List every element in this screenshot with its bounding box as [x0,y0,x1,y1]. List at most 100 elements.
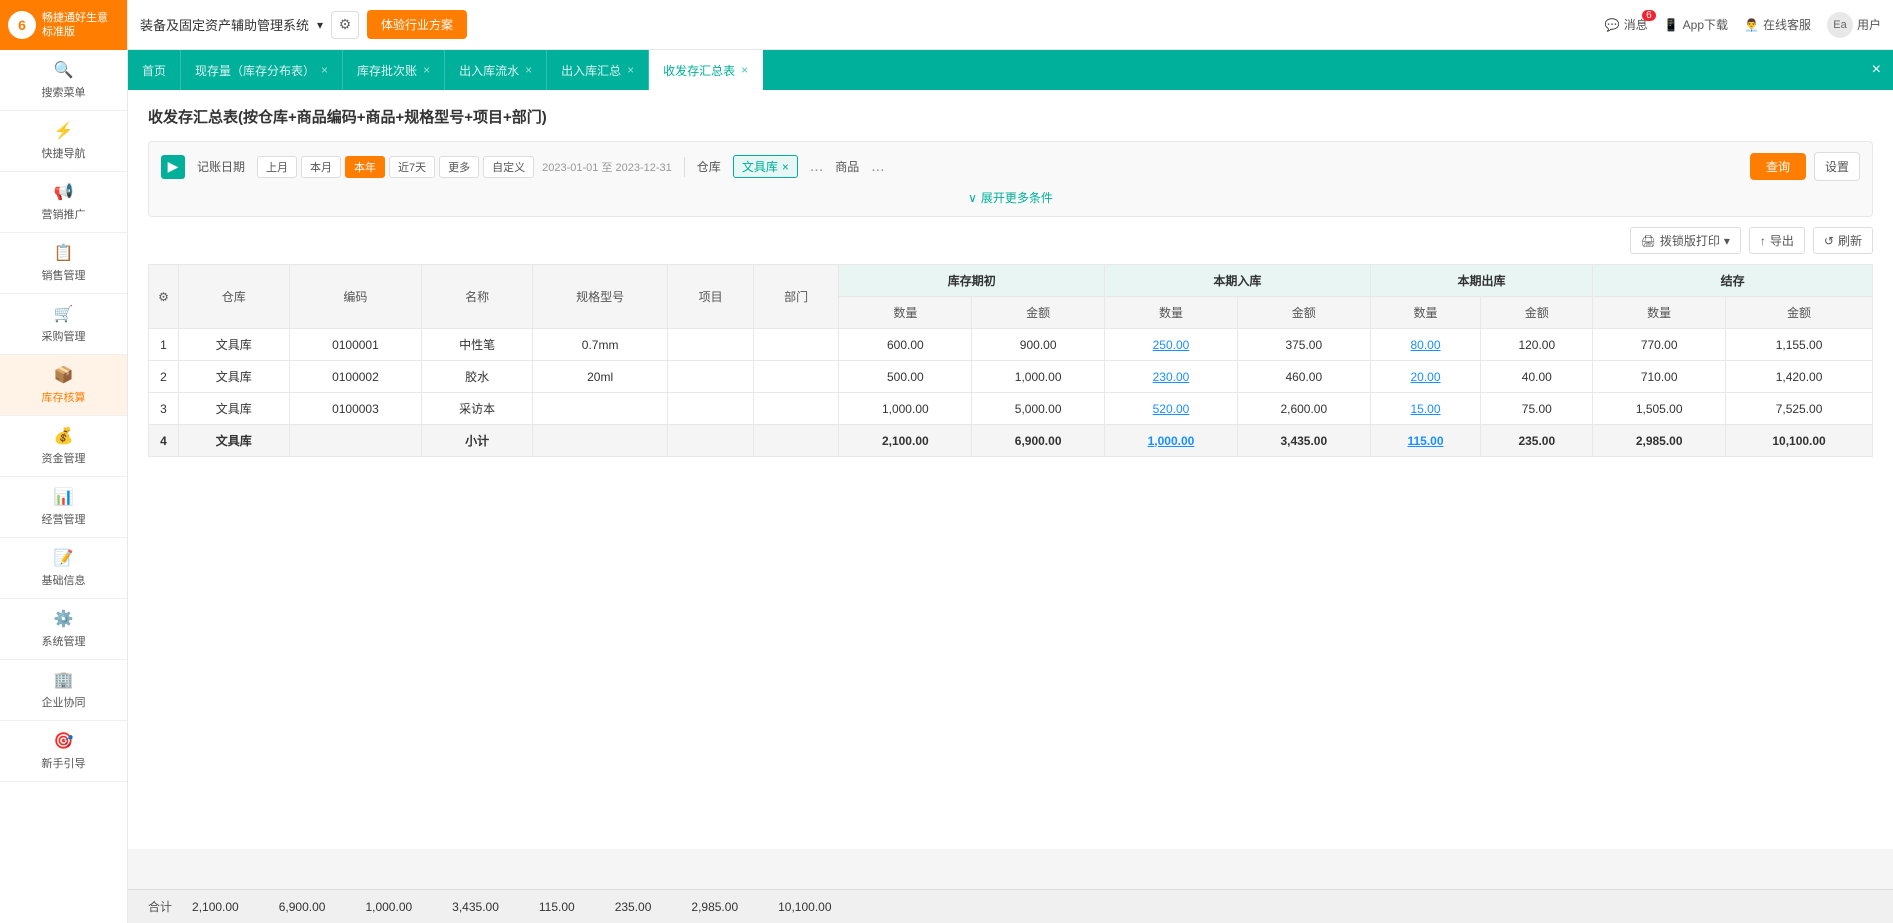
sidebar-item-system-label: 系统管理 [42,633,86,649]
tabs-close-all[interactable]: × [1860,61,1893,79]
tabs-bar: 首页 现存量（库存分布表） × 库存批次账 × 出入库流水 × 出入库汇总 × … [128,50,1893,90]
date-btn-7days[interactable]: 近7天 [389,156,435,178]
tab-batch[interactable]: 库存批次账 × [343,50,445,90]
row4-inbound-qty[interactable]: 1,000.00 [1105,425,1238,457]
row4-outbound-qty-link[interactable]: 115.00 [1407,434,1443,448]
tab-inout-flow[interactable]: 出入库流水 × [445,50,547,90]
refresh-button[interactable]: ↺ 刷新 [1813,227,1873,254]
row3-inbound-qty[interactable]: 520.00 [1105,393,1238,425]
page-title: 收发存汇总表(按仓库+商品编码+商品+规格型号+项目+部门) [148,106,1873,127]
date-btn-last-month[interactable]: 上月 [257,156,297,178]
sidebar-item-search[interactable]: 🔍 搜索菜单 [0,50,127,111]
row2-inbound-qty-link[interactable]: 230.00 [1153,370,1190,384]
row4-inbound-qty-link[interactable]: 1,000.00 [1148,434,1195,448]
marketing-icon: 📢 [54,182,74,202]
app-download-button[interactable]: 📱 App下载 [1664,16,1728,33]
tab-inout-flow-close[interactable]: × [525,63,532,77]
th-inbound: 本期入库 [1105,265,1371,297]
row1-inbound-qty-link[interactable]: 250.00 [1153,338,1190,352]
sidebar-item-newbie-label: 新手引导 [42,755,86,771]
sidebar-item-newbie[interactable]: 🎯 新手引导 [0,721,127,782]
th-inbound-qty: 数量 [1105,297,1238,329]
tab-recv-send-close[interactable]: × [741,63,748,77]
row1-inbound-qty[interactable]: 250.00 [1105,329,1238,361]
export-button[interactable]: ↑ 导出 [1749,227,1805,254]
sidebar-item-inventory[interactable]: 📦 库存核算 [0,355,127,416]
tab-recv-send[interactable]: 收发存汇总表 × [649,50,763,90]
filter-arrow-button[interactable]: ▶ [161,155,185,179]
row2-outbound-amt: 40.00 [1481,361,1593,393]
footer-outbound-amt: 235.00 [615,900,652,914]
date-btn-custom[interactable]: 自定义 [483,156,534,178]
row3-inbound-qty-link[interactable]: 520.00 [1153,402,1190,416]
sidebar-item-enterprise[interactable]: 🏢 企业协同 [0,660,127,721]
row2-outbound-qty[interactable]: 20.00 [1370,361,1481,393]
row1-outbound-qty-link[interactable]: 80.00 [1411,338,1441,352]
user-button[interactable]: Ea 用户 [1827,12,1881,38]
tab-batch-close[interactable]: × [423,63,430,77]
th-code: 编码 [289,265,422,329]
sidebar-item-marketing[interactable]: 📢 营销推广 [0,172,127,233]
gear-button[interactable]: ⚙ [331,11,359,39]
row3-outbound-amt: 75.00 [1481,393,1593,425]
row3-outbound-qty[interactable]: 15.00 [1370,393,1481,425]
service-icon: 👨‍💼 [1744,18,1759,32]
goods-dots[interactable]: ... [871,158,884,176]
sidebar-item-operations-label: 经营管理 [42,511,86,527]
page-content: 收发存汇总表(按仓库+商品编码+商品+规格型号+项目+部门) ▶ 记账日期 上月… [128,90,1893,849]
enterprise-icon: 🏢 [54,670,74,690]
th-balance: 结存 [1593,265,1873,297]
row2-dept [753,361,839,393]
row4-warehouse: 文具库 [179,425,290,457]
message-button[interactable]: 💬 消息 6 [1605,16,1648,33]
sidebar-item-quick-nav[interactable]: ⚡ 快捷导航 [0,111,127,172]
th-settings[interactable]: ⚙ [149,265,179,329]
row2-balance-amt: 1,420.00 [1726,361,1873,393]
sidebar-item-operations[interactable]: 📊 经营管理 [0,477,127,538]
row2-outbound-qty-link[interactable]: 20.00 [1411,370,1441,384]
gear-icon: ⚙ [339,16,352,33]
filter-right: 查询 设置 [1750,152,1860,181]
trial-button[interactable]: 体验行业方案 [367,10,467,39]
sidebar-item-search-label: 搜索菜单 [42,84,86,100]
print-button[interactable]: 🖨 拨锁版打印 ▾ [1630,227,1741,254]
row4-opening-amt: 6,900.00 [972,425,1105,457]
expand-more-button[interactable]: ∨ 展开更多条件 [161,189,1860,206]
th-inbound-amt: 金额 [1237,297,1370,329]
sidebar-item-capital[interactable]: 💰 资金管理 [0,416,127,477]
filter-setting-button[interactable]: 设置 [1814,152,1860,181]
th-name: 名称 [422,265,533,329]
row2-opening-qty: 500.00 [839,361,972,393]
query-button[interactable]: 查询 [1750,153,1806,180]
row2-opening-amt: 1,000.00 [972,361,1105,393]
warehouse-tag-close[interactable]: × [782,160,789,174]
sidebar-item-purchase[interactable]: 🛒 采购管理 [0,294,127,355]
tab-inout-summary-close[interactable]: × [627,63,634,77]
date-btn-this-year[interactable]: 本年 [345,156,385,178]
row2-code: 0100002 [289,361,422,393]
expand-more-label: 展开更多条件 [981,189,1053,206]
content-area: 收发存汇总表(按仓库+商品编码+商品+规格型号+项目+部门) ▶ 记账日期 上月… [128,90,1893,889]
date-btn-this-month[interactable]: 本月 [301,156,341,178]
sidebar-item-sales[interactable]: 📋 销售管理 [0,233,127,294]
row1-project [668,329,754,361]
row1-inbound-amt: 375.00 [1237,329,1370,361]
warehouse-dots[interactable]: ... [810,158,823,176]
tab-stock-dist-close[interactable]: × [321,63,328,77]
row4-name: 小计 [422,425,533,457]
online-service-button[interactable]: 👨‍💼 在线客服 [1744,16,1811,33]
row2-inbound-qty[interactable]: 230.00 [1105,361,1238,393]
date-btn-more[interactable]: 更多 [439,156,479,178]
row4-outbound-qty[interactable]: 115.00 [1370,425,1481,457]
row1-outbound-qty[interactable]: 80.00 [1370,329,1481,361]
tab-stock-dist[interactable]: 现存量（库存分布表） × [181,50,343,90]
footer-outbound-qty: 115.00 [539,900,575,914]
refresh-icon: ↺ [1824,234,1834,248]
sidebar-item-system[interactable]: ⚙️ 系统管理 [0,599,127,660]
th-balance-qty: 数量 [1593,297,1726,329]
sidebar-item-basic[interactable]: 📝 基础信息 [0,538,127,599]
row1-code: 0100001 [289,329,422,361]
row3-outbound-qty-link[interactable]: 15.00 [1411,402,1441,416]
tab-home[interactable]: 首页 [128,50,181,90]
tab-inout-summary[interactable]: 出入库汇总 × [547,50,649,90]
